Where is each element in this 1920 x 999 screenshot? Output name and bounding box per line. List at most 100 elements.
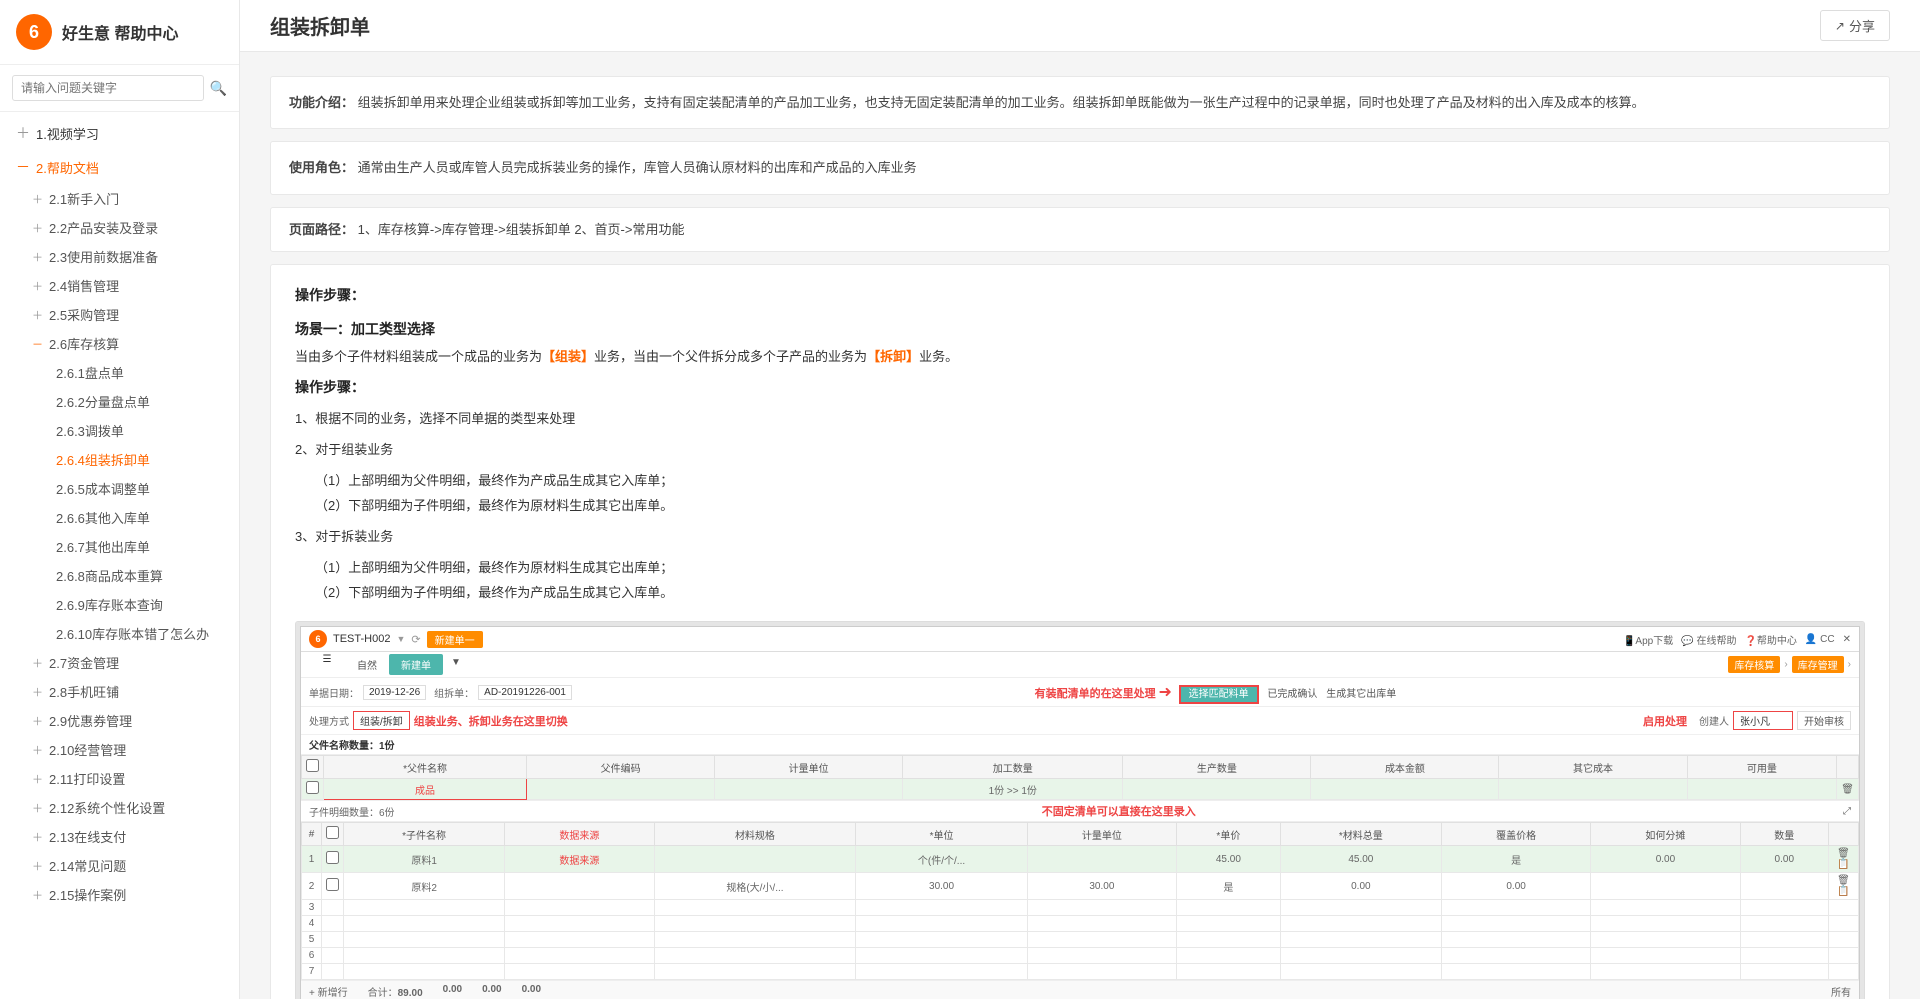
mock-logo-icon: 6 <box>309 630 327 648</box>
bottom-sum3: 0.00 <box>482 984 501 999</box>
th-proc-qty: 加工数量 <box>903 756 1123 779</box>
page-title: 组装拆卸单 <box>270 11 370 40</box>
sidebar-item-cost-calc[interactable]: 2.6.8商品成本重算 <box>48 561 239 590</box>
select-all-checkbox[interactable] <box>306 759 319 772</box>
sub-cover2: 0.00 <box>1441 873 1590 900</box>
sidebar-item-out-other[interactable]: 2.6.7其他出库单 <box>48 532 239 561</box>
sidebar-item-install[interactable]: ＋ 2.2产品安装及登录 <box>24 213 239 242</box>
sub-spec <box>654 846 856 873</box>
sub-total2: 0.00 <box>1280 873 1441 900</box>
sidebar-item-cost-adjust[interactable]: 2.6.5成本调整单 <box>48 474 239 503</box>
mock-new-btn[interactable]: 新建单一 <box>427 631 483 648</box>
mock-doc-date-label: 单据日期： <box>309 685 359 700</box>
intro-label: 功能介绍： <box>289 95 354 110</box>
sidebar-item-print[interactable]: ＋ 2.11打印设置 <box>24 764 239 793</box>
sidebar-item-faq[interactable]: ＋ 2.14常见问题 <box>24 851 239 880</box>
sub-row-4: 4 <box>302 916 1859 932</box>
step2: 2、对于组装业务 <box>295 438 1865 461</box>
mock-toolbar-btn2[interactable]: 库存管理 <box>1792 656 1844 673</box>
mock-nav-more[interactable]: ▼ <box>443 654 469 675</box>
action-cell[interactable]: 🗑 <box>1837 779 1859 800</box>
sidebar-item-video[interactable]: ＋ 1.视频学习 <box>0 116 239 150</box>
sidebar-item-mobile[interactable]: ＋ 2.8手机旺铺 <box>24 677 239 706</box>
mock-creator-val[interactable]: 张小凡 <box>1733 711 1793 730</box>
sub-row-no: 1 <box>302 846 322 873</box>
sidebar-item-count[interactable]: 2.6.1盘点单 <box>48 358 239 387</box>
sidebar-item-pay[interactable]: ＋ 2.13在线支付 <box>24 822 239 851</box>
cost-cell <box>1311 779 1499 800</box>
sub-row-cb2[interactable] <box>326 878 339 891</box>
mock-other-btn[interactable]: 生成其它出库单 <box>1326 689 1396 700</box>
mock-approve-btn[interactable]: 开始审核 <box>1797 711 1851 730</box>
mock-type-val[interactable]: 组装/拆卸 <box>353 711 410 730</box>
sidebar: 6 好生意 帮助中心 🔍 ＋ 1.视频学习 － 2.帮助文档 ＋ 2.1新手入门… <box>0 0 240 999</box>
mock-docno[interactable]: AD-20191226-001 <box>478 685 572 700</box>
sidebar-item-inventory[interactable]: － 2.6库存核算 <box>24 329 239 358</box>
sidebar-item-assemble[interactable]: 2.6.4组装拆卸单 <box>48 445 239 474</box>
logo-area: 6 好生意 帮助中心 <box>0 0 239 65</box>
sidebar-item-newbie[interactable]: ＋ 2.1新手入门 <box>24 184 239 213</box>
sidebar-item-count2[interactable]: 2.6.2分量盘点单 <box>48 387 239 416</box>
mock-nav-new[interactable]: 新建单 <box>389 654 443 675</box>
sub-total: 45.00 <box>1280 846 1441 873</box>
other-cost-cell <box>1499 779 1687 800</box>
bth-unit3: 计量单位 <box>1027 823 1176 846</box>
bottom-add-btn[interactable]: + 新增行 <box>309 984 348 999</box>
mock-doc-date[interactable]: 2019-12-26 <box>363 685 426 700</box>
proc-qty-cell[interactable]: 1份 >> 1份 <box>903 779 1123 800</box>
sidebar-item-ops[interactable]: ＋ 2.10经营管理 <box>24 735 239 764</box>
sidebar-item-in-other[interactable]: 2.6.6其他入库单 <box>48 503 239 532</box>
expand-icon: ＋ <box>16 123 30 143</box>
sub-alloc2 <box>1591 873 1740 900</box>
sidebar-item-finance[interactable]: ＋ 2.7资金管理 <box>24 648 239 677</box>
mock-user-icon: 👤 CC <box>1805 634 1835 645</box>
row-checkbox[interactable] <box>306 781 319 794</box>
sidebar-item-coupon[interactable]: ＋ 2.9优惠券管理 <box>24 706 239 735</box>
sub-row-cb[interactable] <box>326 851 339 864</box>
search-input[interactable] <box>12 75 204 101</box>
expand-icon[interactable]: ⤢ <box>1843 806 1851 817</box>
bth-name: *子件名称 <box>344 823 505 846</box>
sub-name2[interactable]: 原料2 <box>344 873 505 900</box>
sidebar-item-help[interactable]: － 2.帮助文档 <box>0 150 239 184</box>
th-available: 可用量 <box>1687 756 1837 779</box>
sidebar-item-custom[interactable]: ＋ 2.12系统个性化设置 <box>24 793 239 822</box>
plus-icon: ＋ <box>32 249 43 265</box>
sub-act2[interactable]: 🗑 📋 <box>1829 873 1859 900</box>
sub-act[interactable]: 🗑 📋 <box>1829 846 1859 873</box>
step3-sub2: （2）下部明细为子件明细，最终作为产成品生成其它入库单。 <box>315 581 1865 606</box>
mock-close-icon[interactable]: ✕ <box>1843 634 1851 645</box>
sidebar-item-purchase[interactable]: ＋ 2.5采购管理 <box>24 300 239 329</box>
mock-toolbar-btn1[interactable]: 库存核算 <box>1728 656 1780 673</box>
role-label: 使用角色： <box>289 160 354 175</box>
search-button[interactable]: 🔍 <box>210 80 227 97</box>
search-box[interactable]: 🔍 <box>0 65 239 112</box>
annotation-text3: 组装业务、拆卸业务在这里切换 <box>414 713 568 729</box>
main-area: 组装拆卸单 ↗ 分享 功能介绍： 组装拆卸单用来处理企业组装或拆卸等加工业务，支… <box>240 0 1920 999</box>
mock-app-icon: 📱App下载 <box>1623 632 1673 647</box>
mock-nav-home[interactable]: 自然 <box>345 654 389 675</box>
sidebar-item-data[interactable]: ＋ 2.3使用前数据准备 <box>24 242 239 271</box>
share-button[interactable]: ↗ 分享 <box>1820 10 1890 41</box>
sidebar-item-inv-query[interactable]: 2.6.9库存账本查询 <box>48 590 239 619</box>
table-row: 成品 1份 >> 1份 🗑 <box>302 779 1859 800</box>
mock-confirm-btn[interactable]: 已完成确认 <box>1267 689 1317 700</box>
mock-match-btn[interactable]: 选择匹配料单 <box>1179 685 1259 704</box>
sidebar-item-sales[interactable]: ＋ 2.4销售管理 <box>24 271 239 300</box>
sub-row-7: 7 <box>302 964 1859 980</box>
sidebar-item-cases[interactable]: ＋ 2.15操作案例 <box>24 880 239 909</box>
content-area: 功能介绍： 组装拆卸单用来处理企业组装或拆卸等加工业务，支持有固定装配清单的产品… <box>240 52 1920 999</box>
sub-select-all[interactable] <box>326 826 339 839</box>
path-block: 页面路径： 1、库存核算->库存管理->组装拆卸单 2、首页->常用功能 <box>270 207 1890 252</box>
sub-cover: 是 <box>1441 846 1590 873</box>
share-icon: ↗ <box>1835 19 1845 33</box>
screenshot-container: 6 TEST-H002 ▼ ⟳ 新建单一 📱App下载 💬 在线帮助 ❓帮助中心 <box>295 621 1865 999</box>
parent-code-cell <box>527 779 715 800</box>
arrow-icon1: ➜ <box>1158 684 1171 701</box>
main-content: 操作步骤： 场景一：加工类型选择 当由多个子件材料组装成一个成品的业务为【组装】… <box>270 264 1890 999</box>
sidebar-item-adjust[interactable]: 2.6.3调拨单 <box>48 416 239 445</box>
parent-name-cell[interactable]: 成品 <box>324 779 527 800</box>
sidebar-item-inv-error[interactable]: 2.6.10库存账本错了怎么办 <box>48 619 239 648</box>
sub-name[interactable]: 原料1 <box>344 846 505 873</box>
mock-table-area-label: 父件名称数量：1份 <box>301 735 1859 755</box>
